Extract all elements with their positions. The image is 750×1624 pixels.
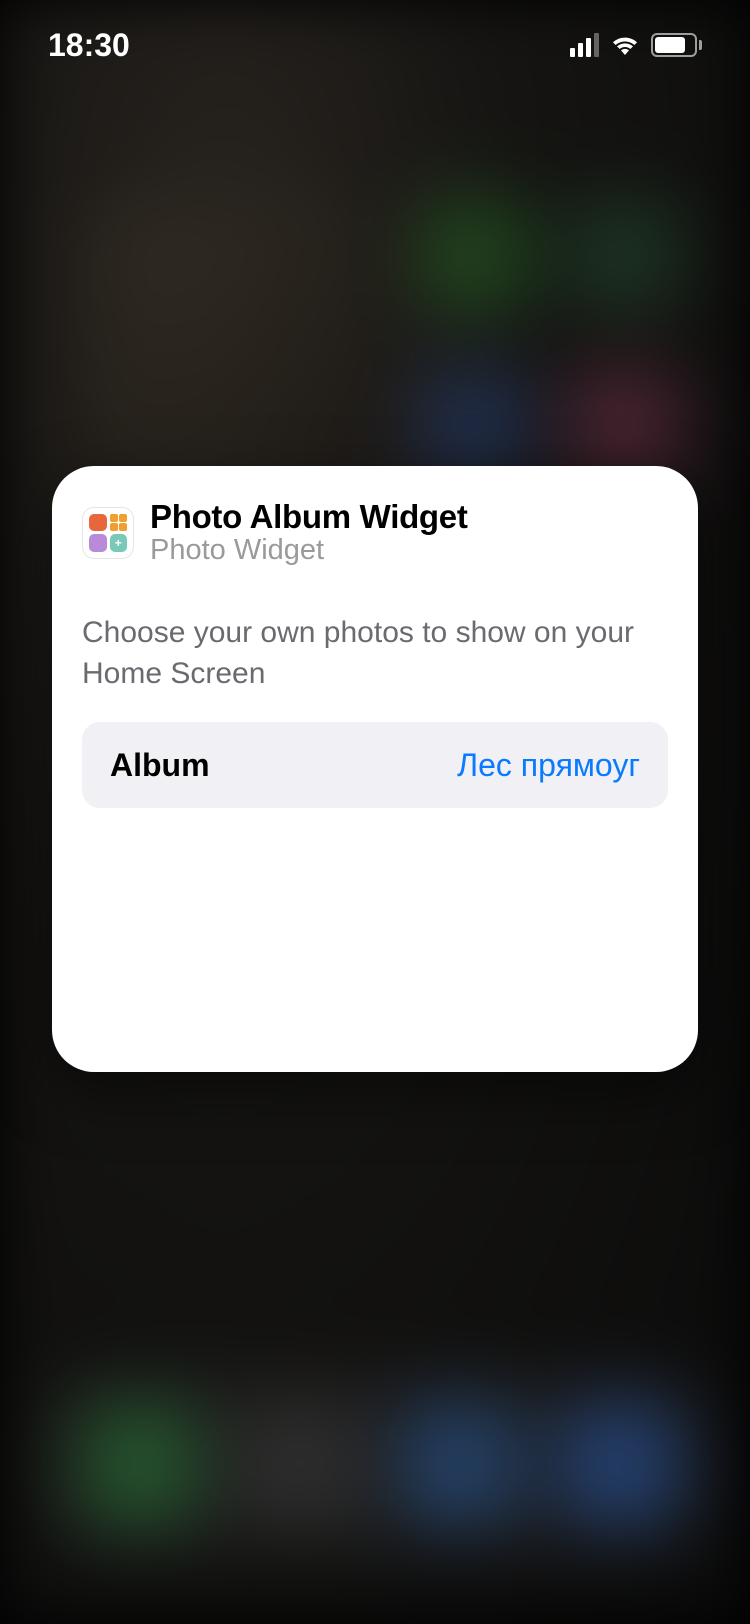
status-bar: 18:30 [0, 0, 750, 90]
modal-header: + Photo Album Widget Photo Widget [52, 498, 698, 567]
wifi-icon [609, 31, 641, 60]
modal-description: Choose your own photos to show on your H… [52, 613, 698, 694]
album-selector-row[interactable]: Album Лес прямоуг [82, 722, 668, 808]
cellular-signal-icon [570, 33, 599, 57]
album-value: Лес прямоуг [457, 747, 640, 784]
modal-subtitle: Photo Widget [150, 534, 468, 567]
battery-icon [651, 33, 702, 57]
widget-config-sheet[interactable]: + Photo Album Widget Photo Widget Choose… [52, 466, 698, 1072]
modal-title: Photo Album Widget [150, 498, 468, 536]
status-time: 18:30 [48, 27, 130, 64]
status-icons [570, 31, 702, 60]
album-label: Album [110, 747, 210, 784]
app-icon: + [82, 507, 134, 559]
